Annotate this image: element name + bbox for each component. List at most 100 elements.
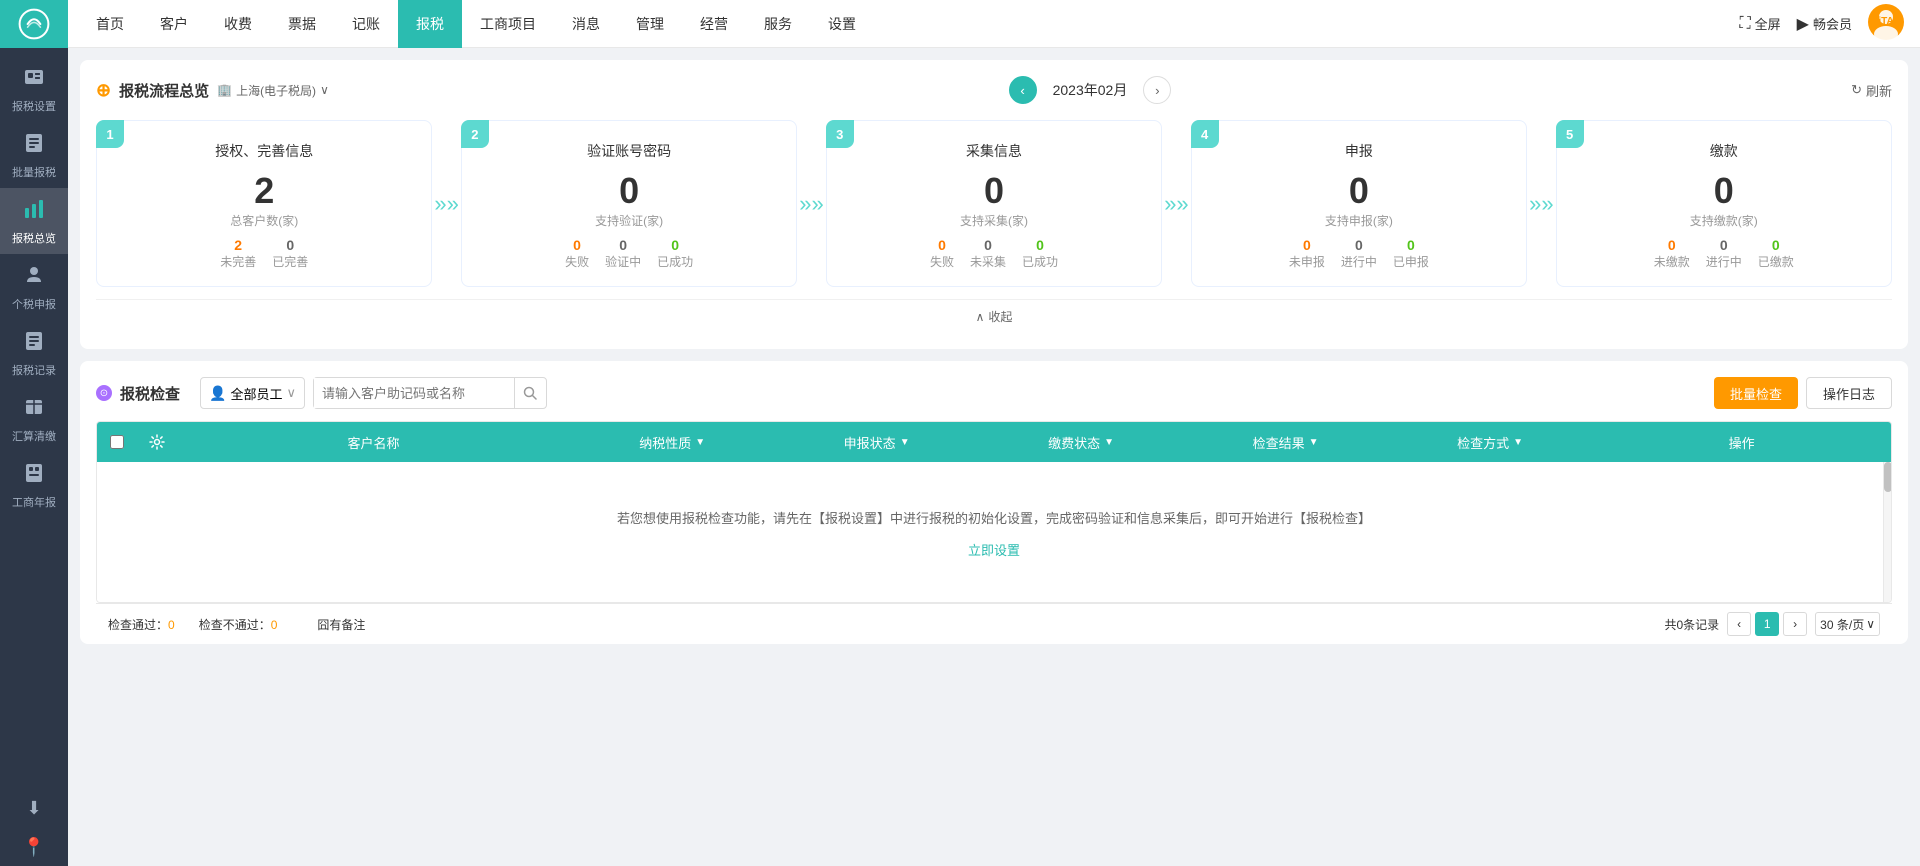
step-stat-num-2-2: 0: [671, 237, 679, 253]
nav-service[interactable]: 服务: [746, 0, 810, 48]
filter-icon-pay[interactable]: ▼: [1104, 437, 1114, 448]
tax-overview-icon: [23, 198, 45, 226]
tax-check-card: ⊙ 报税检查 👤 全部员工 ∨: [80, 361, 1908, 644]
nav-business[interactable]: 工商项目: [462, 0, 554, 48]
step-stat-label-4-1: 进行中: [1341, 253, 1377, 270]
step-stat-4-0: 0 未申报: [1289, 237, 1325, 270]
sidebar-item-location[interactable]: 📍: [0, 827, 68, 866]
page-1-btn[interactable]: 1: [1755, 612, 1779, 636]
sidebar-item-tax-overview[interactable]: 报税总览: [0, 188, 68, 254]
refresh-icon: ↻: [1851, 82, 1862, 98]
tax-check-table: 客户名称 纳税性质 ▼ 申报状态 ▼ 缴费状态 ▼ 检查结果: [96, 421, 1892, 603]
date-prev-btn[interactable]: ‹: [1009, 76, 1037, 104]
page-next-btn[interactable]: ›: [1783, 612, 1807, 636]
step-stats-3: 0 失败 0 未采集 0 已成功: [843, 237, 1145, 270]
step-stat-num-5-1: 0: [1720, 237, 1728, 253]
step-stat-num-4-1: 0: [1355, 237, 1363, 253]
nav-fee[interactable]: 收费: [206, 0, 270, 48]
footer-left: 检查通过：0 检查不通过：0 囧有备注: [108, 616, 365, 633]
step-sub-1: 总客户数(家): [113, 212, 415, 229]
step-stat-num-2-0: 0: [573, 237, 581, 253]
nav-accounting[interactable]: 记账: [334, 0, 398, 48]
step-num-5: 5: [1556, 120, 1584, 148]
page-prev-btn[interactable]: ‹: [1727, 612, 1751, 636]
employee-filter-dropdown-icon: ∨: [286, 385, 296, 401]
nav-home[interactable]: 首页: [78, 0, 142, 48]
filter-icon-report[interactable]: ▼: [900, 437, 910, 448]
nav-operation[interactable]: 经营: [682, 0, 746, 48]
nav-right: ⛶ 全屏 ▶ 畅会员 iTA: [1723, 4, 1920, 43]
step-stat-num-1-0: 2: [234, 237, 242, 253]
fail-count[interactable]: 0: [271, 618, 278, 632]
th-report-status: 申报状态 ▼: [774, 433, 978, 452]
search-button[interactable]: [514, 378, 546, 408]
step-stat-5-0: 0 未缴款: [1654, 237, 1690, 270]
refresh-btn[interactable]: ↻ 刷新: [1851, 81, 1892, 100]
batch-check-button[interactable]: 批量检查: [1714, 377, 1798, 409]
step-stat-label-4-0: 未申报: [1289, 253, 1325, 270]
sidebar-item-tax-record[interactable]: 报税记录: [0, 320, 68, 386]
step-stat-4-2: 0 已申报: [1393, 237, 1429, 270]
step-bignum-1: 2: [113, 169, 415, 212]
filter-icon-method[interactable]: ▼: [1513, 437, 1523, 448]
employee-icon: 👤: [209, 385, 226, 402]
step-stat-label-5-1: 进行中: [1706, 253, 1742, 270]
step-stat-label-2-2: 已成功: [657, 253, 693, 270]
vip-label: 畅会员: [1813, 14, 1852, 33]
search-input[interactable]: [314, 378, 514, 408]
step-title-4: 申报: [1208, 137, 1510, 161]
nav-ticket[interactable]: 票据: [270, 0, 334, 48]
sidebar-item-personal-tax[interactable]: 个税申报: [0, 254, 68, 320]
location-dropdown-icon: ∨: [320, 83, 329, 97]
sidebar-item-batch-tax[interactable]: 批量报税: [0, 122, 68, 188]
step-stat-label-3-2: 已成功: [1022, 253, 1058, 270]
step-bignum-2: 0: [478, 169, 780, 212]
card-title: 报税流程总览: [119, 80, 209, 101]
sidebar-item-download[interactable]: ⬇: [0, 788, 68, 827]
scrollbar-track[interactable]: [1883, 462, 1891, 602]
table-body-wrap: 若您想使用报税检查功能，请先在【报税设置】中进行报税的初始化设置，完成密码验证和…: [97, 462, 1891, 602]
step-stat-num-4-2: 0: [1407, 237, 1415, 253]
nav-message[interactable]: 消息: [554, 0, 618, 48]
step-sub-5: 支持缴款(家): [1573, 212, 1875, 229]
date-display: 2023年02月: [1053, 80, 1128, 100]
setup-link[interactable]: 立即设置: [968, 540, 1020, 559]
date-next-btn[interactable]: ›: [1143, 76, 1171, 104]
empty-hint-text: 若您想使用报税检查功能，请先在【报税设置】中进行报税的初始化设置，完成密码验证和…: [617, 506, 1371, 532]
pass-stat: 检查通过：0: [108, 616, 175, 633]
step-stat-5-1: 0 进行中: [1706, 237, 1742, 270]
filter-icon-tax[interactable]: ▼: [695, 437, 705, 448]
pass-count[interactable]: 0: [168, 618, 175, 632]
tax-check-title: 报税检查: [120, 383, 180, 404]
header-checkbox[interactable]: [110, 435, 124, 449]
step-title-1: 授权、完善信息: [113, 137, 415, 161]
employee-filter[interactable]: 👤 全部员工 ∨: [200, 377, 305, 409]
sidebar-item-annual-report[interactable]: 工商年报: [0, 452, 68, 518]
vip-btn[interactable]: ▶ 畅会员: [1797, 14, 1852, 34]
avatar[interactable]: iTA: [1868, 4, 1904, 43]
th-customer-name: 客户名称: [177, 433, 570, 452]
step-stat-num-3-1: 0: [984, 237, 992, 253]
nav-settings[interactable]: 设置: [810, 0, 874, 48]
nav-manage[interactable]: 管理: [618, 0, 682, 48]
location-tag[interactable]: 🏢 上海(电子税局) ∨: [217, 82, 329, 99]
nav-tax[interactable]: 报税: [398, 0, 462, 48]
nav-customer[interactable]: 客户: [142, 0, 206, 48]
step-stat-3-2: 0 已成功: [1022, 237, 1058, 270]
sidebar-label-tax-overview: 报税总览: [12, 230, 56, 246]
operation-log-button[interactable]: 操作日志: [1806, 377, 1892, 409]
fullscreen-btn[interactable]: ⛶ 全屏: [1739, 14, 1780, 33]
step-title-2: 验证账号密码: [478, 137, 780, 161]
page-size-selector[interactable]: 30 条/页 ∨: [1815, 612, 1880, 636]
filter-icon-result[interactable]: ▼: [1309, 437, 1319, 448]
personal-tax-icon: [23, 264, 45, 292]
step-num-4: 4: [1191, 120, 1219, 148]
scrollbar-thumb[interactable]: [1884, 462, 1892, 492]
plus-icon: ⊕: [96, 80, 111, 101]
flow-step-3: 3 采集信息 0 支持采集(家) 0 失败 0 未采集: [826, 120, 1162, 287]
fullscreen-icon: ⛶: [1739, 15, 1750, 33]
step-sub-2: 支持验证(家): [478, 212, 780, 229]
collapse-btn[interactable]: ∧ 收起: [96, 300, 1892, 333]
sidebar-item-tax-settings[interactable]: 报税设置: [0, 56, 68, 122]
sidebar-item-settlement[interactable]: 汇算清缴: [0, 386, 68, 452]
